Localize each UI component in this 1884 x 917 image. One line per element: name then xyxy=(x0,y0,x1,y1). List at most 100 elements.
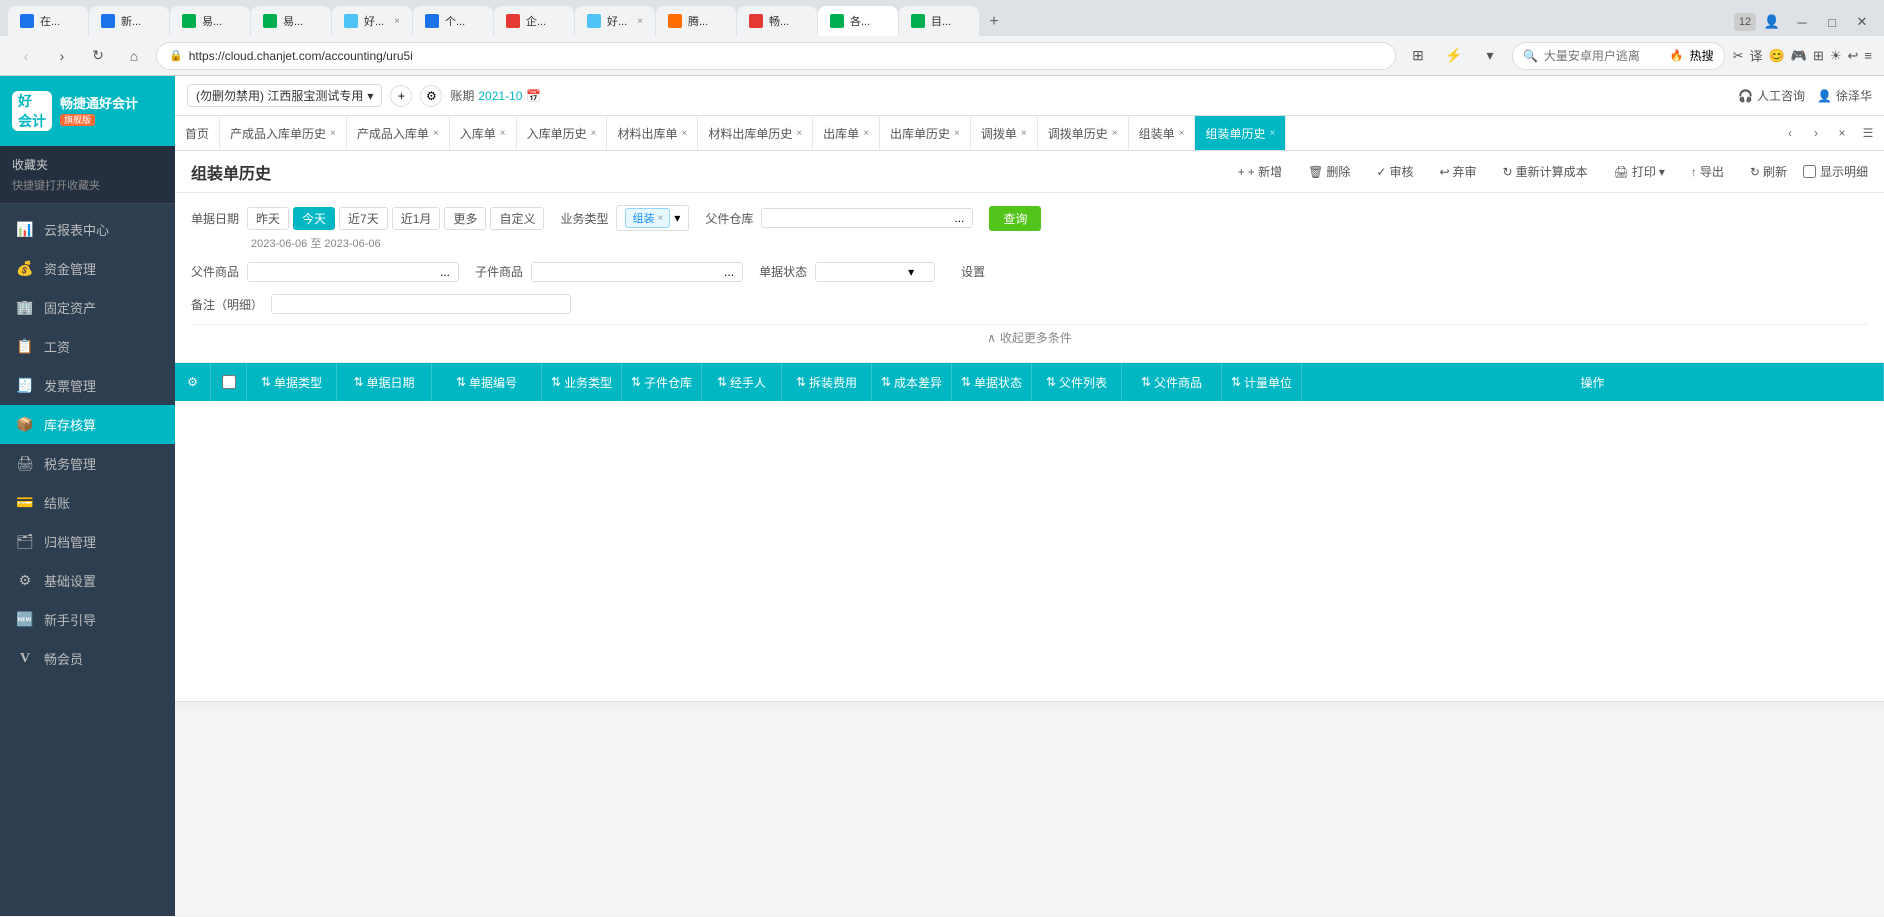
browser-tab-3[interactable]: 易... xyxy=(170,6,250,36)
page-tab-transfer-close[interactable]: × xyxy=(1021,128,1027,139)
company-selector[interactable]: (勿删勿禁用) 江西服宝测试专用 ▾ xyxy=(187,84,382,107)
query-button[interactable]: 查询 xyxy=(989,206,1041,231)
new-tab-button[interactable]: + xyxy=(980,8,1008,36)
th-unit[interactable]: ⇅ 计量单位 xyxy=(1222,363,1302,401)
help-button[interactable]: 🎧 人工咨询 xyxy=(1738,87,1805,104)
forward-button[interactable]: › xyxy=(48,42,76,70)
parent-warehouse-field[interactable] xyxy=(770,211,950,225)
page-tab-assemble[interactable]: 组装单 × xyxy=(1129,116,1196,150)
maximize-button[interactable]: □ xyxy=(1818,8,1846,36)
dropdown-button[interactable]: ▾ xyxy=(1476,42,1504,70)
page-tab-mat-out-history[interactable]: 材料出库单历史 × xyxy=(698,116,813,150)
show-detail-check[interactable]: 显示明细 xyxy=(1803,163,1868,180)
parent-goods-field[interactable] xyxy=(256,265,436,279)
select-all-checkbox[interactable] xyxy=(222,375,236,389)
browser-tab-10[interactable]: 畅... xyxy=(737,6,817,36)
biz-type-tag-close[interactable]: × xyxy=(657,213,663,224)
tabs-next-button[interactable]: › xyxy=(1804,121,1828,145)
tab-close-8[interactable]: × xyxy=(637,16,643,27)
page-tab-in-history[interactable]: 入库单历史 × xyxy=(517,116,608,150)
page-tab-out-order[interactable]: 出库单 × xyxy=(813,116,880,150)
horizontal-scrollbar[interactable] xyxy=(175,701,1884,711)
settings-gear-button[interactable]: ⚙ xyxy=(420,85,442,107)
browser-tab-7[interactable]: 企... xyxy=(494,6,574,36)
delete-button[interactable]: 🗑 删除 xyxy=(1298,159,1360,184)
page-tab-assemble-close[interactable]: × xyxy=(1179,128,1185,139)
sidebar-item-fund[interactable]: 💰 资金管理 xyxy=(0,249,175,288)
reload-button[interactable]: ↻ xyxy=(84,42,112,70)
sidebar-item-inventory[interactable]: 📦 库存核算 xyxy=(0,405,175,444)
tabs-menu-button[interactable]: ☰ xyxy=(1856,121,1880,145)
qr-code-button[interactable]: ⊞ xyxy=(1404,42,1432,70)
status-field[interactable] xyxy=(824,265,904,279)
page-tab-in-order-close[interactable]: × xyxy=(500,128,506,139)
th-status[interactable]: ⇅ 单据状态 xyxy=(952,363,1032,401)
abandon-button[interactable]: ↩ 弃审 xyxy=(1429,159,1486,184)
browser-tab-12[interactable]: 目... xyxy=(899,6,979,36)
back-button[interactable]: ‹ xyxy=(12,42,40,70)
page-tab-prod-in-history-close[interactable]: × xyxy=(330,128,336,139)
th-cost-diff[interactable]: ⇅ 成本差异 xyxy=(872,363,952,401)
page-tab-out-history[interactable]: 出库单历史 × xyxy=(880,116,971,150)
parent-goods-input[interactable]: ... xyxy=(247,262,459,282)
last-month-button[interactable]: 近1月 xyxy=(392,207,441,230)
page-tab-in-order[interactable]: 入库单 × xyxy=(450,116,517,150)
tabs-close-button[interactable]: × xyxy=(1830,121,1854,145)
browser-tab-11[interactable]: 各... xyxy=(818,6,898,36)
page-tab-transfer-history[interactable]: 调拨单历史 × xyxy=(1038,116,1129,150)
collapse-button[interactable]: ∧ 收起更多条件 xyxy=(191,324,1868,350)
page-tab-assemble-history[interactable]: 组装单历史 × xyxy=(1195,116,1286,150)
note-field[interactable] xyxy=(280,297,540,311)
tab-count-badge[interactable]: 12 xyxy=(1734,13,1756,31)
audit-button[interactable]: ✓ 审核 xyxy=(1366,159,1423,184)
th-settings[interactable]: ⚙ xyxy=(175,363,211,401)
home-button[interactable]: ⌂ xyxy=(120,42,148,70)
refresh-button[interactable]: ↻ 刷新 xyxy=(1740,159,1797,184)
th-checkbox[interactable] xyxy=(211,363,247,401)
tab-close-5[interactable]: × xyxy=(394,16,400,27)
address-bar[interactable]: 🔒 https://cloud.chanjet.com/accounting/u… xyxy=(156,42,1396,70)
page-tab-mat-out-close[interactable]: × xyxy=(681,128,687,139)
sidebar-item-member[interactable]: V 畅会员 xyxy=(0,639,175,678)
child-goods-field[interactable] xyxy=(540,265,720,279)
th-disassemble-fee[interactable]: ⇅ 拆装费用 xyxy=(782,363,872,401)
page-tab-mat-out[interactable]: 材料出库单 × xyxy=(607,116,698,150)
th-biztype[interactable]: ⇅ 业务类型 xyxy=(542,363,622,401)
sidebar-item-guide[interactable]: 🆕 新手引导 xyxy=(0,600,175,639)
show-detail-checkbox[interactable] xyxy=(1803,165,1816,178)
sidebar-item-invoice[interactable]: 🧾 发票管理 xyxy=(0,366,175,405)
th-parent-goods[interactable]: ⇅ 父件商品 xyxy=(1122,363,1222,401)
browser-tab-9[interactable]: 腾... xyxy=(656,6,736,36)
print-button[interactable]: 🖨 打印 ▾ xyxy=(1604,159,1675,184)
th-type[interactable]: ⇅ 单据类型 xyxy=(247,363,337,401)
close-button[interactable]: ✕ xyxy=(1848,8,1876,36)
recalc-button[interactable]: ↻ 重新计算成本 xyxy=(1493,159,1598,184)
page-tab-prod-in[interactable]: 产成品入库单 × xyxy=(347,116,450,150)
th-no[interactable]: ⇅ 单据编号 xyxy=(432,363,542,401)
page-tab-out-order-close[interactable]: × xyxy=(863,128,869,139)
settings-btn[interactable]: 设置 xyxy=(951,259,995,284)
more-date-button[interactable]: 更多 xyxy=(444,207,486,230)
tabs-prev-button[interactable]: ‹ xyxy=(1778,121,1802,145)
browser-tab-1[interactable]: 在... xyxy=(8,6,88,36)
sidebar-item-fixed-assets[interactable]: 🏢 固定资产 xyxy=(0,288,175,327)
th-parent-list[interactable]: ⇅ 父件列表 xyxy=(1032,363,1122,401)
th-handler[interactable]: ⇅ 经手人 xyxy=(702,363,782,401)
sidebar-item-salary[interactable]: 📋 工资 xyxy=(0,327,175,366)
sidebar-item-checkout[interactable]: 💳 结账 xyxy=(0,483,175,522)
minimize-button[interactable]: ─ xyxy=(1788,8,1816,36)
lightning-button[interactable]: ⚡ xyxy=(1440,42,1468,70)
today-button[interactable]: 今天 xyxy=(293,207,335,230)
page-tab-in-history-close[interactable]: × xyxy=(591,128,597,139)
browser-tab-4[interactable]: 易... xyxy=(251,6,331,36)
yesterday-button[interactable]: 昨天 xyxy=(247,207,289,230)
sidebar-item-cloud-report[interactable]: 📊 云报表中心 xyxy=(0,210,175,249)
sidebar-item-tax[interactable]: 🖨 税务管理 xyxy=(0,444,175,483)
page-tab-prod-in-close[interactable]: × xyxy=(433,128,439,139)
page-tab-home[interactable]: 首页 xyxy=(175,116,220,150)
last7-button[interactable]: 近7天 xyxy=(339,207,388,230)
sidebar-item-settings[interactable]: ⚙ 基础设置 xyxy=(0,561,175,600)
browser-tab-5[interactable]: 好... × xyxy=(332,6,412,36)
parent-warehouse-input[interactable]: ... xyxy=(761,208,973,228)
page-tab-prod-in-history[interactable]: 产成品入库单历史 × xyxy=(220,116,347,150)
